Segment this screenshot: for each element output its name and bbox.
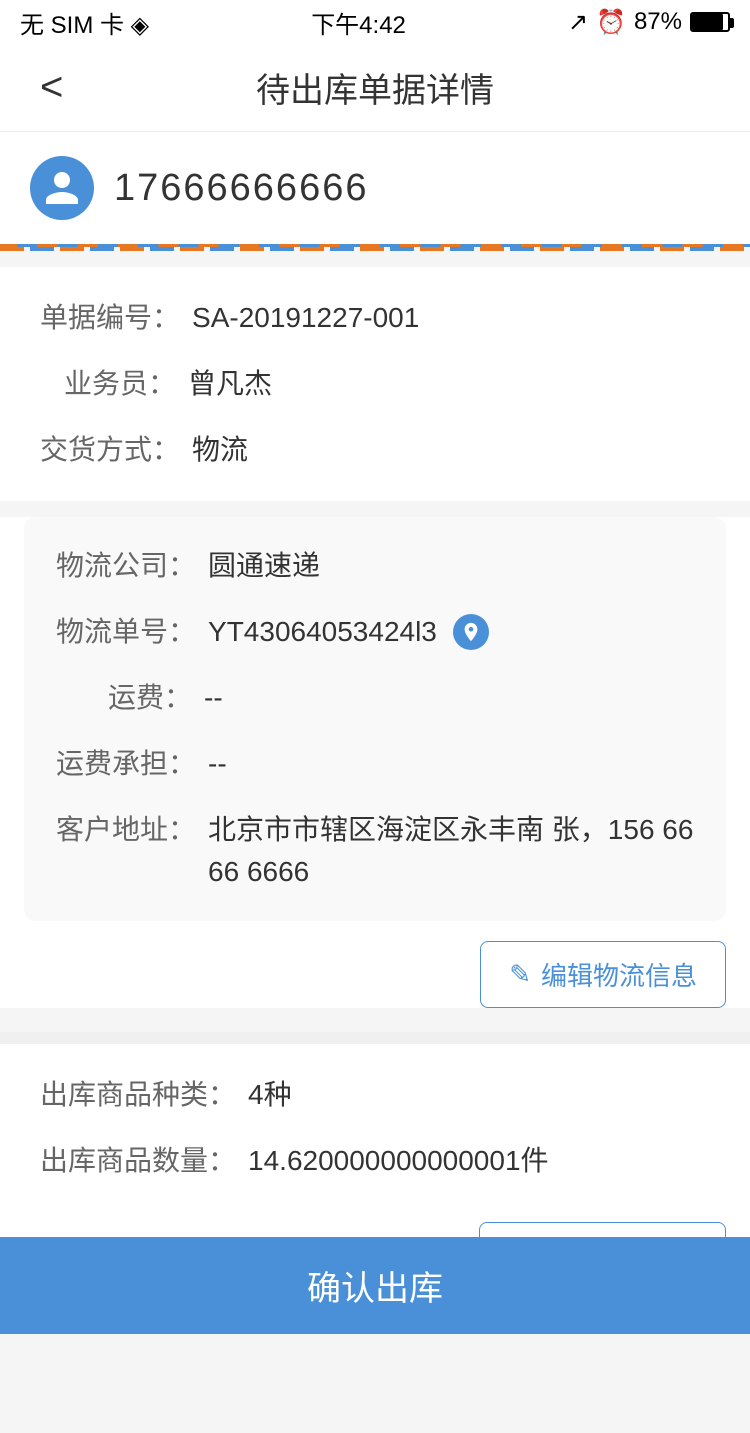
logistics-company-row: 物流公司： 圆通速递 xyxy=(56,545,694,587)
shipping-fee-row: 运费： -- xyxy=(56,677,694,719)
shipping-fee-value: -- xyxy=(204,677,694,719)
tracking-number-label: 物流单号： xyxy=(56,611,208,653)
status-bar: 无 SIM 卡 ◈ 下午4:42 ↗ ⏰ 87% xyxy=(0,0,750,44)
doc-number-label: 单据编号： xyxy=(40,297,192,339)
location-status-icon: ↗ xyxy=(568,8,588,37)
confirm-button[interactable]: 确认出库 xyxy=(0,1261,750,1310)
edit-logistics-button[interactable]: ✎ 编辑物流信息 xyxy=(480,941,726,1008)
goods-quantity-value: 14.620000000000001件 xyxy=(248,1140,710,1182)
salesman-value: 曾凡杰 xyxy=(188,363,710,405)
edit-icon: ✎ xyxy=(509,959,531,990)
status-left: 无 SIM 卡 ◈ xyxy=(20,5,149,40)
tracking-number-value: YT43064053424l3 xyxy=(208,611,694,653)
customer-header: 17666666666 xyxy=(0,132,750,247)
user-icon xyxy=(42,168,82,208)
shipping-bearer-value: -- xyxy=(208,743,694,785)
shipping-fee-label: 运费： xyxy=(56,677,204,719)
customer-phone: 17666666666 xyxy=(114,167,368,210)
delivery-method-row: 交货方式： 物流 xyxy=(40,429,710,471)
salesman-row: 业务员： 曾凡杰 xyxy=(40,363,710,405)
page-title: 待出库单据详情 xyxy=(256,63,494,112)
status-time: 下午4:42 xyxy=(311,5,406,40)
goods-section: 出库商品种类： 4种 出库商品数量： 14.620000000000001件 xyxy=(0,1044,750,1212)
goods-types-row: 出库商品种类： 4种 xyxy=(40,1074,710,1116)
logistics-card: 物流公司： 圆通速递 物流单号： YT43064053424l3 运费： -- … xyxy=(24,517,726,921)
confirm-btn-container: 确认出库 xyxy=(0,1237,750,1334)
document-info-section: 单据编号： SA-20191227-001 业务员： 曾凡杰 交货方式： 物流 xyxy=(0,267,750,501)
address-label: 客户地址： xyxy=(56,809,208,851)
delivery-method-value: 物流 xyxy=(192,429,710,471)
delivery-method-label: 交货方式： xyxy=(40,429,192,471)
nav-bar: < 待出库单据详情 xyxy=(0,44,750,132)
location-icon[interactable] xyxy=(453,614,489,650)
edit-logistics-btn-container: ✎ 编辑物流信息 xyxy=(24,941,726,1008)
address-row: 客户地址： 北京市市辖区海淀区永丰南 张，156 6666 6666 xyxy=(56,809,694,893)
logistics-company-label: 物流公司： xyxy=(56,545,208,587)
battery-level: 87% xyxy=(634,8,682,36)
separator xyxy=(0,1032,750,1044)
logistics-section: 物流公司： 圆通速递 物流单号： YT43064053424l3 运费： -- … xyxy=(0,517,750,1008)
doc-number-row: 单据编号： SA-20191227-001 xyxy=(40,297,710,339)
logistics-company-value: 圆通速递 xyxy=(208,545,694,587)
sim-status: 无 SIM 卡 ◈ xyxy=(20,5,149,40)
status-right: ↗ ⏰ 87% xyxy=(568,8,730,37)
goods-quantity-row: 出库商品数量： 14.620000000000001件 xyxy=(40,1140,710,1182)
salesman-label: 业务员： xyxy=(40,363,188,405)
shipping-bearer-row: 运费承担： -- xyxy=(56,743,694,785)
avatar-icon xyxy=(30,156,94,220)
goods-types-value: 4种 xyxy=(248,1074,710,1116)
doc-number-value: SA-20191227-001 xyxy=(192,297,710,339)
dashed-divider xyxy=(0,247,750,251)
shipping-bearer-label: 运费承担： xyxy=(56,743,208,785)
tracking-number-row: 物流单号： YT43064053424l3 xyxy=(56,611,694,653)
alarm-icon: ⏰ xyxy=(596,8,626,37)
back-button[interactable]: < xyxy=(30,55,73,120)
pin-icon xyxy=(460,621,482,643)
battery-icon xyxy=(690,12,730,32)
goods-quantity-label: 出库商品数量： xyxy=(40,1140,248,1182)
goods-types-label: 出库商品种类： xyxy=(40,1074,248,1116)
address-value: 北京市市辖区海淀区永丰南 张，156 6666 6666 xyxy=(208,809,694,893)
